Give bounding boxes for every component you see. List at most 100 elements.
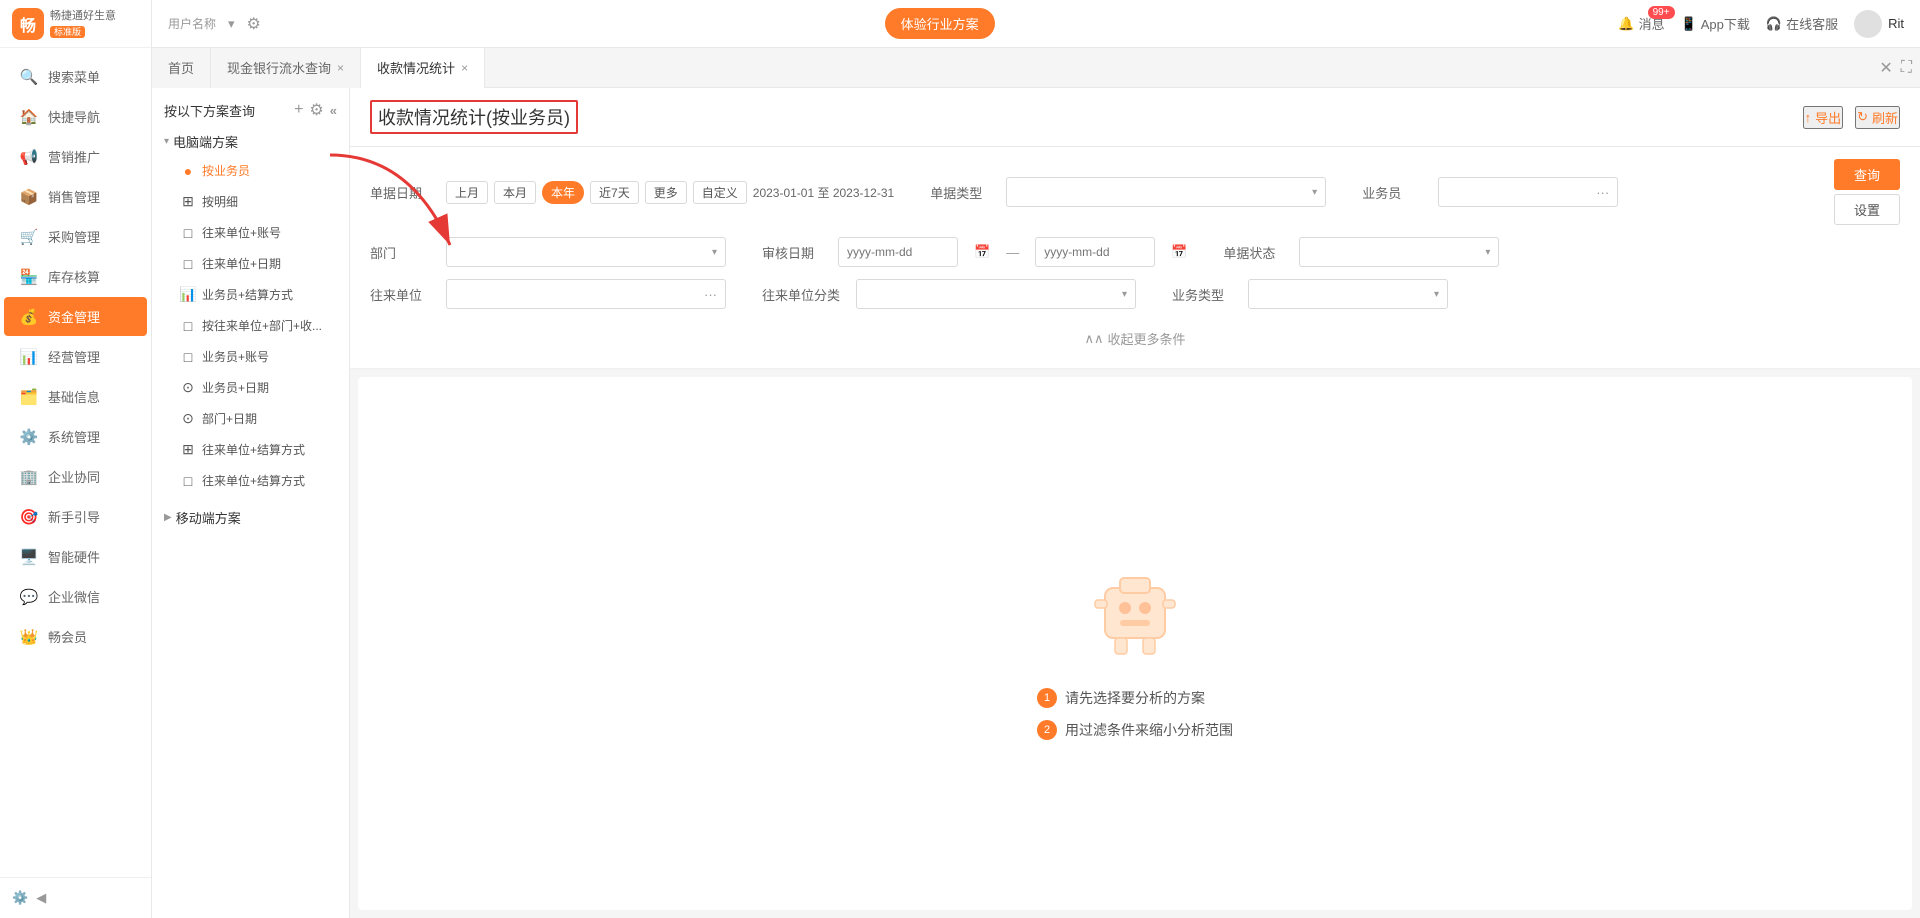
plan-item-icon: ⊞ (180, 442, 196, 458)
plan-item-by-detail[interactable]: ⊞ 按明细 (152, 186, 349, 217)
sidebar-item-purchase[interactable]: 🛒 采购管理 (4, 217, 147, 256)
logo-badge: 标准版 (50, 26, 85, 38)
plan-group-label: 电脑端方案 (173, 132, 238, 151)
plan-item-by-salesperson-settlement[interactable]: 📊 业务员+结算方式 (152, 279, 349, 310)
header-dropdown-icon[interactable]: ▾ (228, 16, 235, 32)
plan-item-by-salesperson[interactable]: ● 按业务员 (152, 155, 349, 186)
sidebar-item-sales[interactable]: 📦 销售管理 (4, 177, 147, 216)
salesperson-more[interactable]: ··· (1596, 185, 1609, 200)
plan-item-by-unit-account[interactable]: □ 往来单位+账号 (152, 217, 349, 248)
sidebar-item-member[interactable]: 👑 畅会员 (4, 617, 147, 656)
partner-label: 往来单位 (370, 285, 430, 304)
dept-chevron: ▾ (712, 247, 717, 258)
sidebar-item-enterprise[interactable]: 🏢 企业协同 (4, 457, 147, 496)
export-button[interactable]: ↑ 导出 (1803, 106, 1844, 129)
partner-category-select[interactable]: ▾ (856, 279, 1136, 309)
sidebar-item-quick-nav[interactable]: 🏠 快捷导航 (4, 97, 147, 136)
logo-text-block: 畅捷通好生意 标准版 (50, 9, 116, 38)
dept-label: 部门 (370, 243, 430, 262)
calendar-start-icon[interactable]: 📅 (974, 244, 990, 260)
date-dash: — (1006, 245, 1019, 260)
tab-collection-stats-close[interactable]: × (461, 61, 468, 75)
sidebar-collapse-icon[interactable]: ◀ (36, 890, 46, 906)
sidebar-item-system[interactable]: ⚙️ 系统管理 (4, 417, 147, 456)
sidebar-item-label: 经营管理 (48, 347, 100, 366)
sidebar-item-label: 搜索菜单 (48, 67, 100, 86)
voucher-type-select[interactable]: ▾ (1006, 177, 1326, 207)
top-header: 用户名称 ▾ ⚙ 体验行业方案 🔔 消息 99+ 📱 App下载 🎧 在线客服 … (152, 0, 1920, 48)
header-settings-icon[interactable]: ⚙ (247, 14, 261, 34)
date-custom[interactable]: 自定义 (693, 181, 747, 204)
sidebar-settings-icon[interactable]: ⚙️ (12, 890, 28, 906)
tab-bank-flow[interactable]: 现金银行流水查询 × (211, 48, 361, 88)
tab-home[interactable]: 首页 (152, 48, 211, 88)
voucher-status-select[interactable]: ▾ (1299, 237, 1499, 267)
plan-item-by-unit-settlement1[interactable]: ⊞ 往来单位+结算方式 (152, 434, 349, 465)
sidebar-item-label: 采购管理 (48, 227, 100, 246)
plan-item-icon: □ (180, 473, 196, 489)
sidebar-item-inventory[interactable]: 🏪 库存核算 (4, 257, 147, 296)
sidebar-item-basic[interactable]: 🗂️ 基础信息 (4, 377, 147, 416)
plan-item-by-salesperson-date[interactable]: ⊙ 业务员+日期 (152, 372, 349, 403)
user-area: Rit (1854, 10, 1904, 38)
plan-item-label: 业务员+结算方式 (202, 286, 293, 303)
header-right: 🔔 消息 99+ 📱 App下载 🎧 在线客服 Rit (1618, 10, 1904, 38)
plan-item-by-unit-date[interactable]: □ 往来单位+日期 (152, 248, 349, 279)
sidebar-item-marketing[interactable]: 📢 营销推广 (4, 137, 147, 176)
sidebar-item-label: 新手引导 (48, 507, 100, 526)
sidebar-item-label: 资金管理 (48, 307, 100, 326)
audit-date-end-input[interactable] (1035, 237, 1155, 267)
empty-step-1: 1 请先选择要分析的方案 (1037, 688, 1233, 708)
window-close-icon[interactable]: ✕ (1879, 58, 1892, 78)
salesperson-select[interactable]: ··· (1438, 177, 1618, 207)
content-body: 1 请先选择要分析的方案 2 用过滤条件来缩小分析范围 (358, 377, 1912, 910)
service-icon: 🎧 (1766, 16, 1782, 32)
inventory-icon: 🏪 (20, 268, 38, 286)
sidebar-item-operation[interactable]: 📊 经营管理 (4, 337, 147, 376)
app-download-button[interactable]: 📱 App下载 (1681, 14, 1750, 33)
panel-settings-button[interactable]: ⚙ (309, 100, 323, 120)
phone-icon: 📱 (1681, 16, 1697, 32)
refresh-button[interactable]: ↻ 刷新 (1855, 106, 1900, 129)
tab-bank-flow-close[interactable]: × (337, 61, 344, 75)
date-this-month[interactable]: 本月 (494, 181, 536, 204)
date-this-year[interactable]: 本年 (542, 181, 584, 204)
sidebar-item-guide[interactable]: 🎯 新手引导 (4, 497, 147, 536)
filter-action-buttons: 查询 设置 (1834, 159, 1900, 225)
calendar-end-icon[interactable]: 📅 (1171, 244, 1187, 260)
date-7-days[interactable]: 近7天 (590, 181, 639, 204)
sidebar-item-finance[interactable]: 💰 资金管理 (4, 297, 147, 336)
partner-select[interactable]: ··· (446, 279, 726, 309)
sidebar-item-label: 智能硬件 (48, 547, 100, 566)
plan-item-by-salesperson-account[interactable]: □ 业务员+账号 (152, 341, 349, 372)
sidebar-item-hardware[interactable]: 🖥️ 智能硬件 (4, 537, 147, 576)
messages-button[interactable]: 🔔 消息 99+ (1618, 14, 1664, 33)
online-service-button[interactable]: 🎧 在线客服 (1766, 14, 1838, 33)
tab-collection-stats[interactable]: 收款情况统计 × (361, 48, 485, 88)
plan-item-by-unit-dept[interactable]: □ 按往来单位+部门+收... (152, 310, 349, 341)
filter-settings-button[interactable]: 设置 (1834, 194, 1900, 225)
panel-collapse-button[interactable]: « (330, 103, 337, 118)
plan-group-mobile-title[interactable]: ▶ 移动端方案 (152, 504, 349, 531)
date-more[interactable]: 更多 (645, 181, 687, 204)
trial-button[interactable]: 体验行业方案 (885, 8, 995, 39)
plan-item-by-unit-settlement2[interactable]: □ 往来单位+结算方式 (152, 465, 349, 496)
collapse-button[interactable]: ∧∧ 收起更多条件 (370, 321, 1900, 356)
plan-group-desktop-title[interactable]: ▾ 电脑端方案 (152, 128, 349, 155)
audit-date-start-input[interactable] (838, 237, 958, 267)
partner-category-label: 往来单位分类 (762, 285, 840, 304)
tab-collection-stats-label: 收款情况统计 (377, 58, 455, 77)
business-type-label: 业务类型 (1172, 285, 1232, 304)
dept-select[interactable]: ▾ (446, 237, 726, 267)
plan-item-by-dept-date[interactable]: ⊙ 部门+日期 (152, 403, 349, 434)
voucher-status-label: 单据状态 (1223, 243, 1283, 262)
partner-more-icon[interactable]: ··· (704, 287, 717, 302)
panel-add-button[interactable]: + (294, 101, 303, 119)
sidebar-item-wechat[interactable]: 💬 企业微信 (4, 577, 147, 616)
sidebar-item-search[interactable]: 🔍 搜索菜单 (4, 57, 147, 96)
plan-group-label: 移动端方案 (176, 508, 241, 527)
window-maximize-icon[interactable]: ⛶ (1901, 59, 1912, 77)
date-last-month[interactable]: 上月 (446, 181, 488, 204)
query-button[interactable]: 查询 (1834, 159, 1900, 190)
business-type-select[interactable]: ▾ (1248, 279, 1448, 309)
